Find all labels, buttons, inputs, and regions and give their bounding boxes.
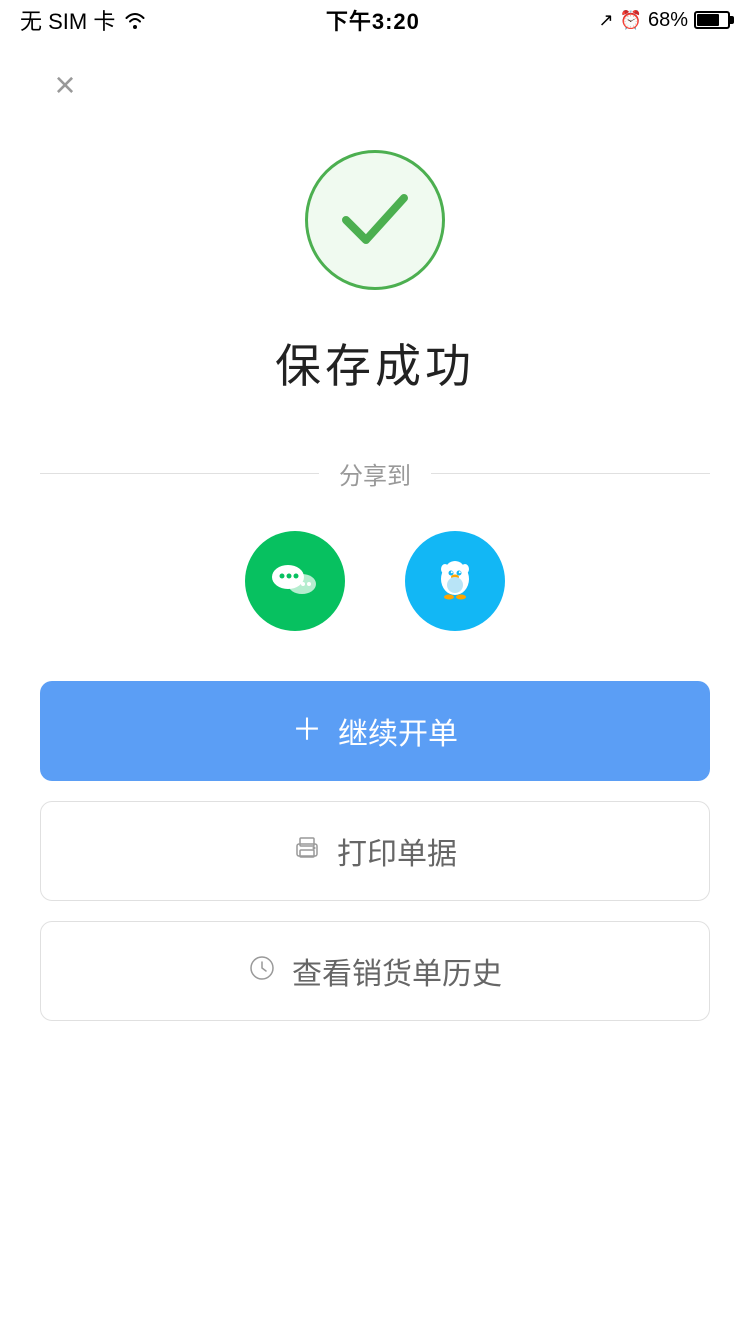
alarm-icon: ⏰ [620,10,642,31]
divider-left [40,473,319,474]
qq-share-button[interactable] [405,531,505,631]
share-label: 分享到 [339,456,411,491]
battery-percent: 68% [648,9,688,32]
success-title: 保存成功 [275,330,475,396]
main-content: × 保存成功 分享到 [0,40,750,1061]
wechat-icon [265,551,325,611]
print-label: 打印单据 [337,829,457,873]
location-icon: ↗ [598,10,613,31]
qq-icon [425,551,485,611]
wifi-icon [123,11,147,29]
success-section: 保存成功 [40,150,710,396]
history-button[interactable]: 查看销货单历史 [40,921,710,1021]
status-right: ↗ ⏰ 68% [598,9,730,32]
share-divider: 分享到 [40,456,710,491]
print-button[interactable]: 打印单据 [40,801,710,901]
status-carrier-wifi: 无 SIM 卡 [20,4,147,36]
continue-button[interactable]: ＋ 继续开单 [40,681,710,781]
checkmark-icon [340,192,410,248]
actions-section: ＋ 继续开单 打印单据 查看销货单历史 [40,681,710,1021]
plus-icon: ＋ [292,716,322,746]
battery-icon [694,11,730,29]
status-bar: 无 SIM 卡 下午3:20 ↗ ⏰ 68% [0,0,750,40]
history-label: 查看销货单历史 [292,949,502,993]
carrier-text: 无 SIM 卡 [20,4,115,36]
close-button[interactable]: × [40,60,90,110]
share-icons [245,531,505,631]
close-icon: × [54,67,75,103]
success-circle [305,150,445,290]
share-section: 分享到 [40,456,710,631]
continue-label: 继续开单 [338,709,458,753]
clock-icon [248,954,276,988]
divider-right [431,473,710,474]
status-time: 下午3:20 [326,4,420,36]
print-icon [293,834,321,868]
wechat-share-button[interactable] [245,531,345,631]
